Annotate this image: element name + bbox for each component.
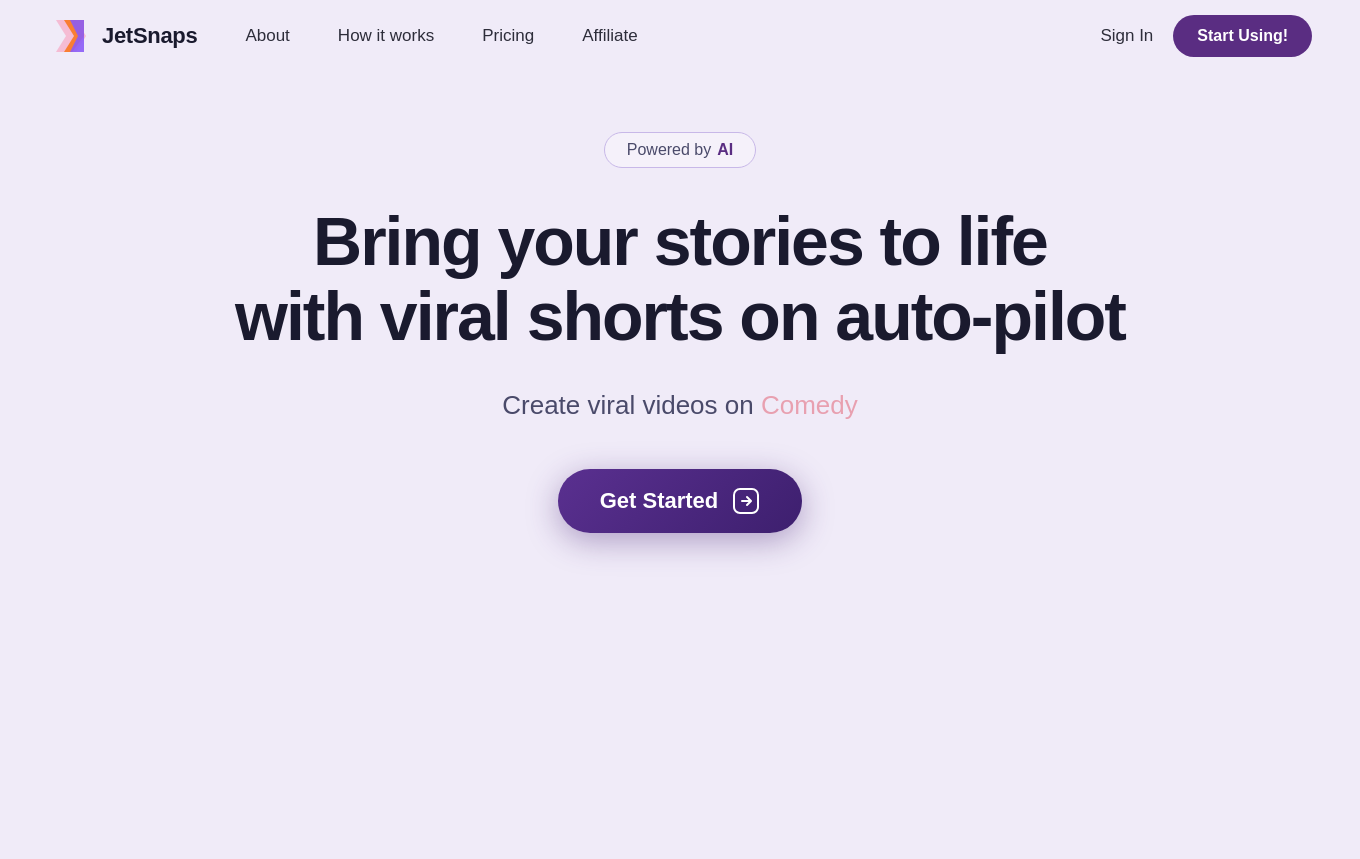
logo-text: JetSnaps [102,23,197,49]
navbar: JetSnaps About How it works Pricing Affi… [0,0,1360,72]
headline-line2: with viral shorts on auto-pilot [235,278,1125,354]
nav-item-affiliate[interactable]: Affiliate [582,26,637,46]
nav-item-pricing[interactable]: Pricing [482,26,534,46]
get-started-label: Get Started [600,488,719,514]
nav-link-affiliate[interactable]: Affiliate [582,26,637,45]
arrow-right-icon [732,487,760,515]
logo-icon [48,14,92,58]
nav-link-how-it-works[interactable]: How it works [338,26,434,45]
powered-by-text: Powered by [627,141,712,159]
animated-category: Comedy [761,390,858,420]
get-started-button[interactable]: Get Started [558,469,803,533]
logo-link[interactable]: JetSnaps [48,14,197,58]
subtext-prefix: Create viral videos on [502,390,753,420]
nav-right: Sign In Start Using! [1100,15,1312,57]
start-using-button[interactable]: Start Using! [1173,15,1312,57]
nav-item-how-it-works[interactable]: How it works [338,26,434,46]
powered-by-badge: Powered by AI [604,132,757,168]
hero-subtext: Create viral videos on Comedy [502,390,858,421]
nav-links: About How it works Pricing Affiliate [245,26,637,46]
ai-label: AI [717,141,733,159]
hero-section: Powered by AI Bring your stories to life… [0,72,1360,533]
nav-item-about[interactable]: About [245,26,289,46]
nav-left: JetSnaps About How it works Pricing Affi… [48,14,638,58]
nav-link-pricing[interactable]: Pricing [482,26,534,45]
headline-line1: Bring your stories to life [313,203,1047,279]
sign-in-button[interactable]: Sign In [1100,26,1153,46]
nav-link-about[interactable]: About [245,26,289,45]
hero-headline: Bring your stories to life with viral sh… [235,204,1125,354]
